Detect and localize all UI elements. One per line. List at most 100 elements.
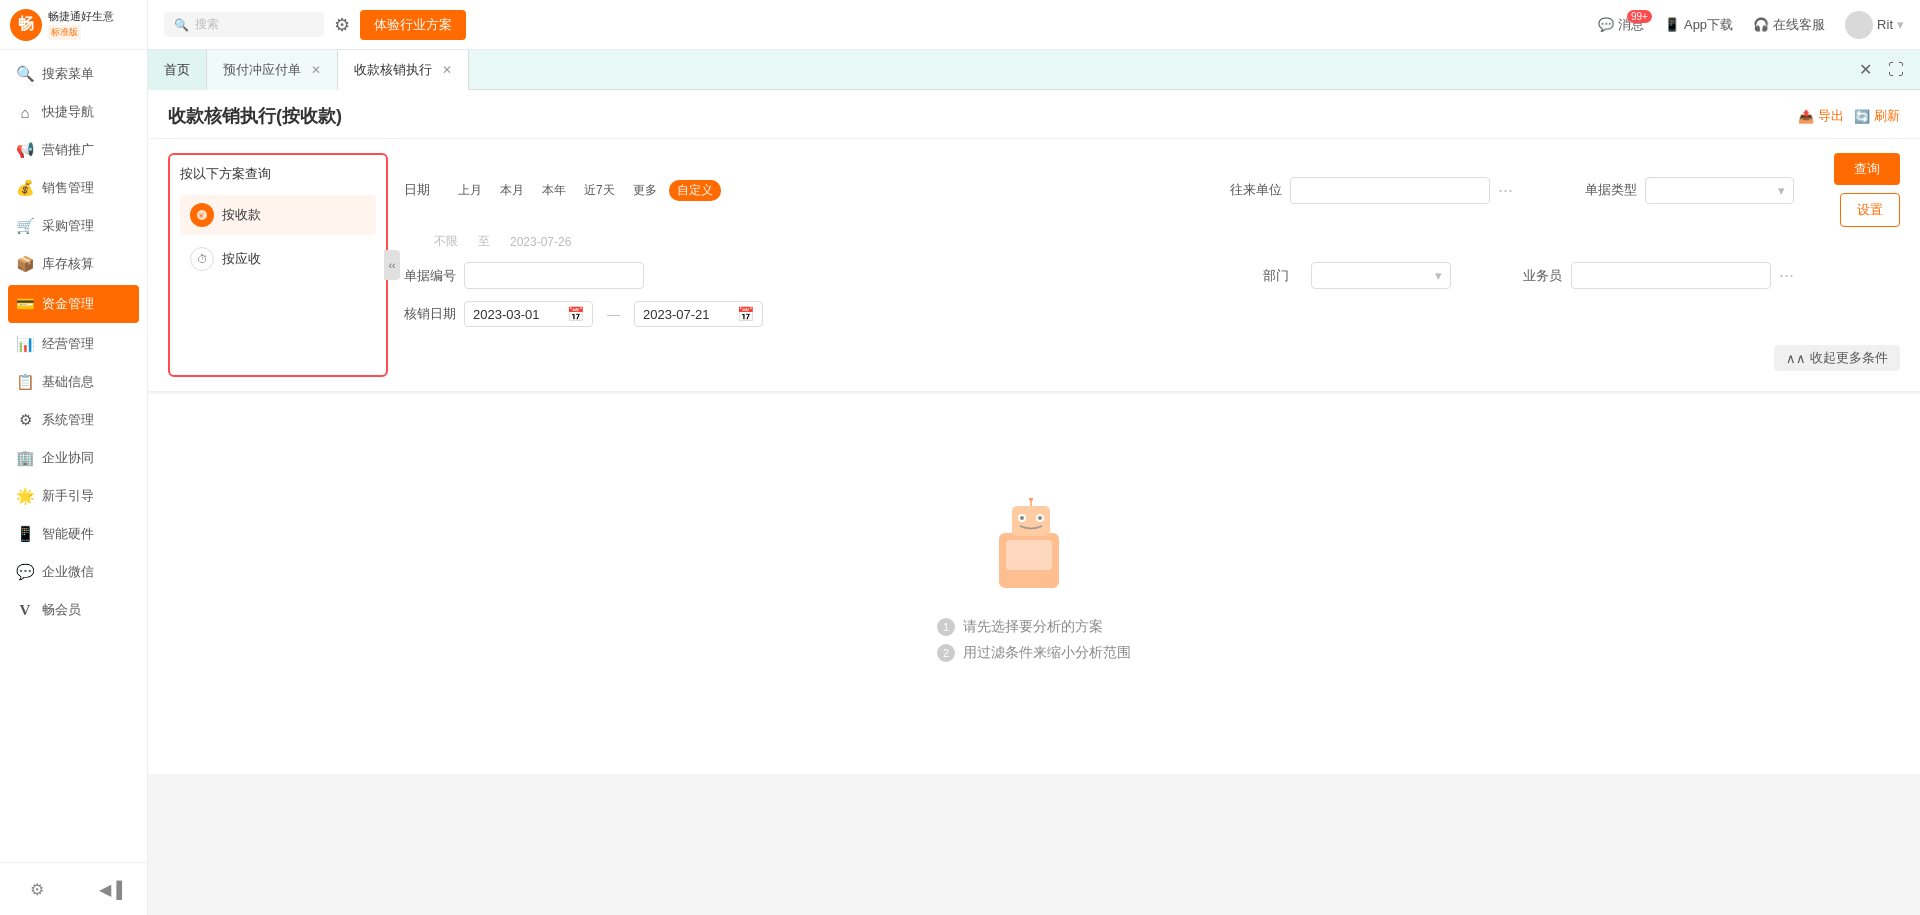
empty-hints: 1 请先选择要分析的方案 2 用过滤条件来缩小分析范围 (937, 618, 1131, 670)
sidebar-item-hardware[interactable]: 📱 智能硬件 (0, 515, 147, 553)
setting-button[interactable]: 设置 (1840, 193, 1900, 227)
enterprise-icon: 🏢 (16, 449, 34, 467)
message-button[interactable]: 💬 消息 99+ (1598, 16, 1644, 34)
date-to-label: 至 (478, 233, 490, 250)
dept-input[interactable] (1320, 268, 1431, 283)
date-btn-last-month[interactable]: 上月 (452, 180, 488, 201)
topbar-search-placeholder: 搜索 (195, 16, 219, 33)
member-icon: V (16, 601, 34, 619)
sidebar: 畅 畅捷通好生意 标准版 🔍 搜索菜单 ⌂ 快捷导航 📢 营销推广 💰 销售管理… (0, 0, 148, 915)
bill-type-select[interactable]: ▾ (1645, 177, 1794, 204)
sidebar-item-purchase[interactable]: 🛒 采购管理 (0, 207, 147, 245)
topbar-search-icon: 🔍 (174, 18, 189, 32)
tab-receipt-label: 收款核销执行 (354, 61, 432, 79)
online-service-button[interactable]: 🎧 在线客服 (1753, 16, 1825, 34)
query-button[interactable]: 查询 (1834, 153, 1900, 185)
date-btn-this-month[interactable]: 本月 (494, 180, 530, 201)
export-button[interactable]: 📤 导出 (1798, 107, 1844, 125)
filter-query-type: 按以下方案查询 ¥ 按收款 ⏱ 按应收 ‹‹ (168, 153, 388, 377)
user-menu[interactable]: Rit ▾ (1845, 11, 1904, 39)
empty-state: 1 请先选择要分析的方案 2 用过滤条件来缩小分析范围 (148, 394, 1920, 774)
bill-type-input[interactable] (1654, 183, 1774, 198)
tab-receipt-write-off[interactable]: 收款核销执行 ✕ (338, 50, 469, 90)
party-more-icon[interactable]: ··· (1498, 180, 1513, 201)
empty-hint-1: 1 请先选择要分析的方案 (937, 618, 1131, 636)
svg-rect-3 (1006, 540, 1052, 570)
filter-collapse-btn[interactable]: ‹‹ (384, 250, 400, 280)
sidebar-item-sales[interactable]: 💰 销售管理 (0, 169, 147, 207)
dept-select[interactable]: ▾ (1311, 262, 1451, 289)
sidebar-item-label: 资金管理 (42, 295, 94, 313)
topbar-search-box[interactable]: 🔍 搜索 (164, 12, 324, 37)
verify-date-start-calendar-icon[interactable]: 📅 (567, 306, 584, 322)
tab-close-all-icon[interactable]: ✕ (1855, 56, 1876, 83)
hardware-icon: 📱 (16, 525, 34, 543)
solution-button[interactable]: 体验行业方案 (360, 10, 466, 40)
staff-more-icon[interactable]: ··· (1779, 265, 1794, 286)
date-btn-this-year[interactable]: 本年 (536, 180, 572, 201)
sidebar-item-basic[interactable]: 📋 基础信息 (0, 363, 147, 401)
tab-prepay-close-icon[interactable]: ✕ (311, 63, 321, 77)
topbar-gear-icon[interactable]: ⚙ (334, 14, 350, 36)
hint-num-1: 1 (937, 618, 955, 636)
verify-date-start-input[interactable]: 2023-03-01 📅 (464, 301, 593, 327)
app-download-label: App下载 (1684, 16, 1733, 34)
operation-icon: 📊 (16, 335, 34, 353)
empty-hint-2: 2 用过滤条件来缩小分析范围 (937, 644, 1131, 662)
filter-option-by-receivable[interactable]: ⏱ 按应收 (180, 239, 376, 279)
sidebar-item-wechat[interactable]: 💬 企业微信 (0, 553, 147, 591)
sidebar-item-marketing[interactable]: 📢 营销推广 (0, 131, 147, 169)
sidebar-item-finance[interactable]: 💳 资金管理 (8, 285, 139, 323)
collapse-more-button[interactable]: ∧∧ 收起更多条件 (1774, 345, 1900, 371)
app-download-icon: 📱 (1664, 17, 1680, 32)
sidebar-item-search[interactable]: 🔍 搜索菜单 (0, 55, 147, 93)
party-input[interactable] (1290, 177, 1490, 204)
tabbar-actions: ✕ ⛶ (1855, 56, 1920, 83)
sidebar-item-label: 企业协同 (42, 449, 94, 467)
wechat-icon: 💬 (16, 563, 34, 581)
sidebar-item-member[interactable]: V 畅会员 (0, 591, 147, 629)
sidebar-logo: 畅 畅捷通好生意 标准版 (0, 0, 147, 50)
sidebar-item-quick-nav[interactable]: ⌂ 快捷导航 (0, 93, 147, 131)
sidebar-item-guide[interactable]: 🌟 新手引导 (0, 477, 147, 515)
sidebar-item-label: 营销推广 (42, 141, 94, 159)
sidebar-settings-btn[interactable]: ⚙ (21, 873, 53, 905)
tab-receipt-close-icon[interactable]: ✕ (442, 63, 452, 77)
staff-input[interactable] (1571, 262, 1771, 289)
sidebar-item-label: 采购管理 (42, 217, 94, 235)
sidebar-item-label: 搜索菜单 (42, 65, 94, 83)
filter-option-receivable-label: 按应收 (222, 250, 261, 268)
app-download-button[interactable]: 📱 App下载 (1664, 16, 1733, 34)
filter-left-title: 按以下方案查询 (180, 165, 376, 183)
sidebar-item-operation[interactable]: 📊 经营管理 (0, 325, 147, 363)
sidebar-item-label: 快捷导航 (42, 103, 94, 121)
filter-option-by-receipt[interactable]: ¥ 按收款 (180, 195, 376, 235)
sales-icon: 💰 (16, 179, 34, 197)
date-btn-more[interactable]: 更多 (627, 180, 663, 201)
verify-date-end[interactable]: 2023-07-21 (643, 307, 733, 322)
sidebar-item-label: 基础信息 (42, 373, 94, 391)
date-btn-7days[interactable]: 近7天 (578, 180, 621, 201)
verify-date-start[interactable]: 2023-03-01 (473, 307, 563, 322)
tab-prepay[interactable]: 预付冲应付单 ✕ (207, 50, 338, 90)
refresh-button[interactable]: 🔄 刷新 (1854, 107, 1900, 125)
system-icon: ⚙ (16, 411, 34, 429)
finance-icon: 💳 (16, 295, 34, 313)
verify-date-end-calendar-icon[interactable]: 📅 (737, 306, 754, 322)
verify-date-end-input[interactable]: 2023-07-21 📅 (634, 301, 763, 327)
tab-maximize-icon[interactable]: ⛶ (1884, 57, 1908, 83)
bill-no-input[interactable] (464, 262, 644, 289)
sidebar-item-enterprise[interactable]: 🏢 企业协同 (0, 439, 147, 477)
app-logo-text-wrap: 畅捷通好生意 标准版 (48, 9, 114, 40)
user-avatar (1845, 11, 1873, 39)
tabbar: 首页 预付冲应付单 ✕ 收款核销执行 ✕ ✕ ⛶ (148, 50, 1920, 90)
page-header-actions: 📤 导出 🔄 刷新 (1798, 107, 1900, 125)
svg-point-7 (1020, 516, 1024, 520)
sidebar-item-label: 经营管理 (42, 335, 94, 353)
sidebar-item-system[interactable]: ⚙ 系统管理 (0, 401, 147, 439)
sidebar-item-inventory[interactable]: 📦 库存核算 (0, 245, 147, 283)
sidebar-collapse-btn[interactable]: ◀▐ (94, 873, 126, 905)
sidebar-item-label: 畅会员 (42, 601, 81, 619)
tab-home[interactable]: 首页 (148, 50, 207, 90)
date-btn-custom[interactable]: 自定义 (669, 180, 721, 201)
